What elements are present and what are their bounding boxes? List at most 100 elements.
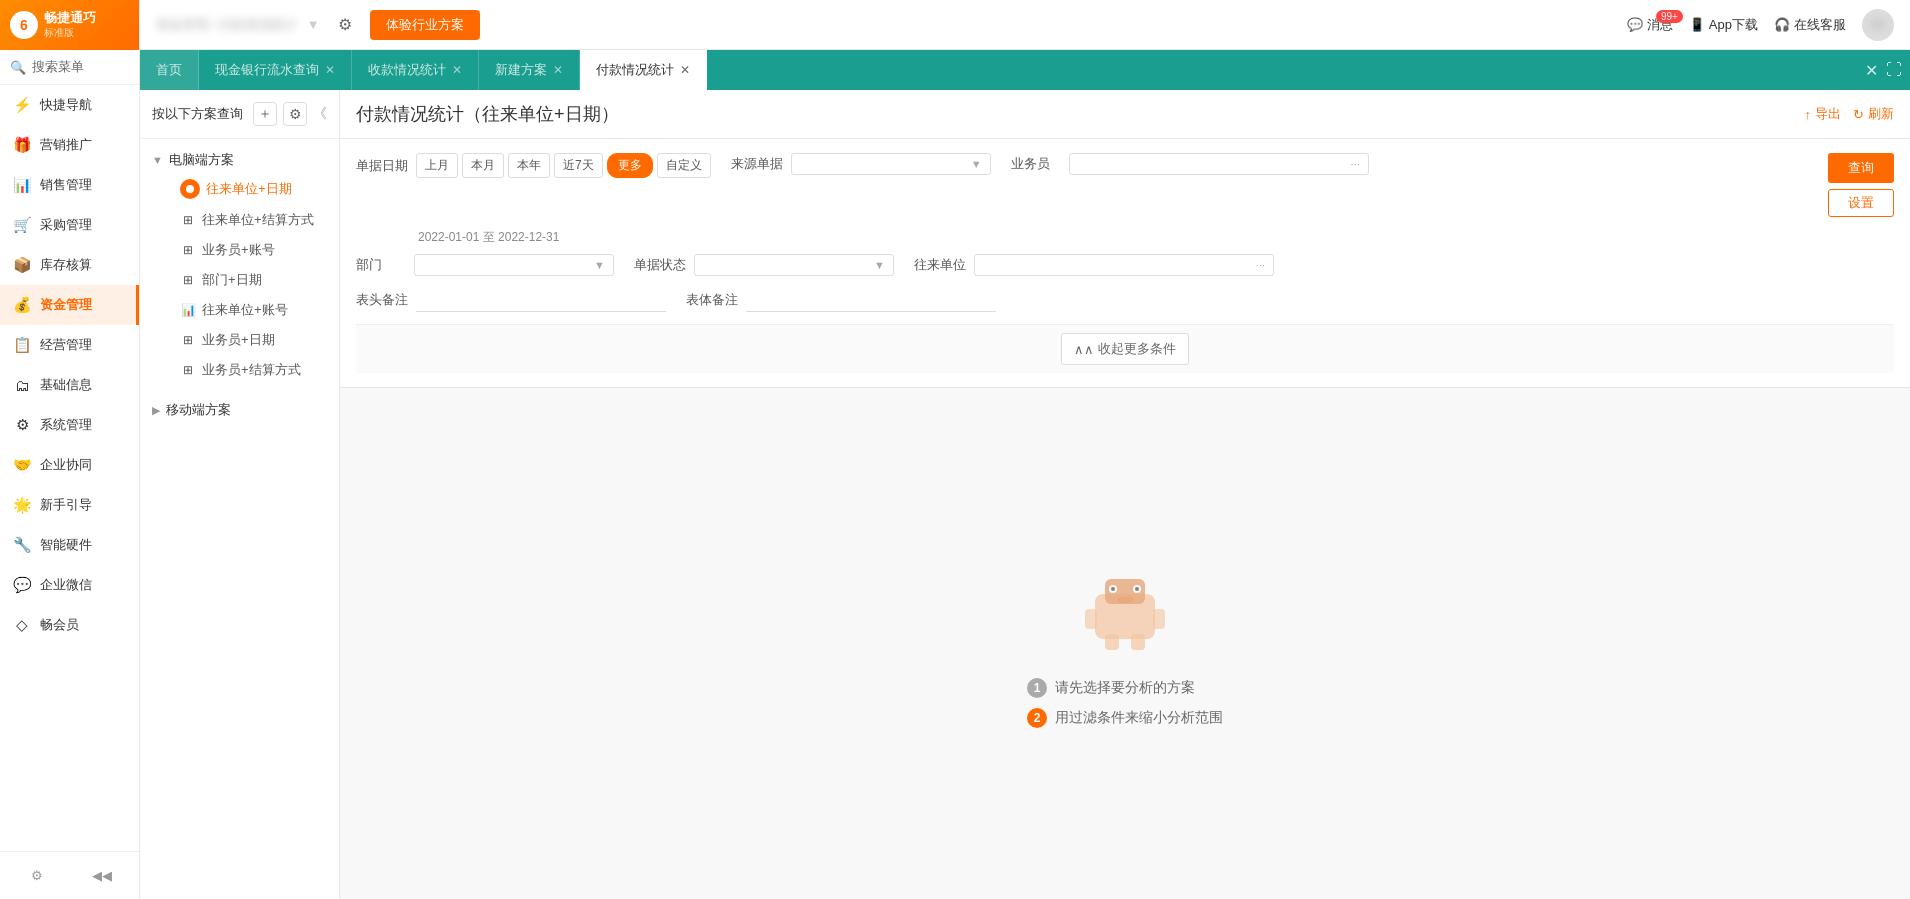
dept-select[interactable]: ▼ bbox=[414, 254, 614, 276]
tab-close-cash-bank[interactable]: ✕ bbox=[325, 63, 335, 77]
date-range-display: 2022-01-01 至 2022-12-31 bbox=[356, 229, 1894, 254]
user-avatar[interactable]: Rit bbox=[1862, 9, 1894, 41]
guide-icon: 🌟 bbox=[12, 495, 32, 515]
scheme-item-agent-date[interactable]: ⊞ 业务员+日期 bbox=[152, 325, 327, 355]
export-icon: ↑ bbox=[1805, 107, 1812, 122]
agent-dots: ··· bbox=[1351, 158, 1360, 170]
tab-bar: 首页 现金银行流水查询 ✕ 收款情况统计 ✕ 新建方案 ✕ 付款情况统计 ✕ ✕… bbox=[140, 50, 1910, 90]
tab-collection[interactable]: 收款情况统计 ✕ bbox=[352, 50, 479, 90]
sidebar-settings-btn[interactable]: ⚙ bbox=[10, 862, 65, 889]
close-all-tabs-btn[interactable]: ✕ bbox=[1865, 61, 1878, 80]
desktop-schemes-group: ▼ 电脑端方案 往来单位+日期 ⊞ 往来单位+结算方式 ⊞ 业务员+账号 bbox=[140, 139, 339, 389]
sidebar-item-sales[interactable]: 📊 销售管理 bbox=[0, 165, 139, 205]
filter-row-2: 部门 ▼ 单据状态 ▼ 往来单位 bbox=[356, 254, 1894, 276]
tab-cash-bank[interactable]: 现金银行流水查询 ✕ bbox=[199, 50, 352, 90]
filter-settings-btn[interactable]: 设置 bbox=[1828, 189, 1894, 217]
scheme-item-counterpart-date[interactable]: 往来单位+日期 bbox=[152, 173, 327, 205]
tab-home[interactable]: 首页 bbox=[140, 50, 199, 90]
notification-btn[interactable]: 💬 消息 99+ bbox=[1627, 16, 1673, 34]
purchase-icon: 🛒 bbox=[12, 215, 32, 235]
sidebar-item-member[interactable]: ◇ 畅会员 bbox=[0, 605, 139, 645]
date-btn-more[interactable]: 更多 bbox=[607, 153, 653, 178]
refresh-icon: ↻ bbox=[1853, 107, 1864, 122]
tab-close-collection[interactable]: ✕ bbox=[452, 63, 462, 77]
expand-tab-btn[interactable]: ⛶ bbox=[1886, 61, 1902, 79]
table-icon-4: ⊞ bbox=[180, 332, 196, 348]
scheme-item-counterpart-settlement[interactable]: ⊞ 往来单位+结算方式 bbox=[152, 205, 327, 235]
sidebar-item-system[interactable]: ⚙ 系统管理 bbox=[0, 405, 139, 445]
scheme-item-agent-account[interactable]: ⊞ 业务员+账号 bbox=[152, 235, 327, 265]
sidebar-item-basic-info[interactable]: 🗂 基础信息 bbox=[0, 365, 139, 405]
app-download-btn[interactable]: 📱 App下载 bbox=[1689, 16, 1758, 34]
scheme-item-counterpart-account[interactable]: 📊 往来单位+账号 bbox=[152, 295, 327, 325]
tab-payment[interactable]: 付款情况统计 ✕ bbox=[580, 50, 707, 90]
mobile-schemes-group: ▶ 移动端方案 bbox=[140, 389, 339, 427]
tab-new-scheme[interactable]: 新建方案 ✕ bbox=[479, 50, 580, 90]
mobile-arrow-icon: ▶ bbox=[152, 404, 160, 417]
body-note-input[interactable] bbox=[746, 288, 996, 312]
bill-status-select[interactable]: ▼ bbox=[694, 254, 894, 276]
source-select[interactable]: ▼ bbox=[791, 153, 991, 175]
scheme-settings-btn[interactable]: ⚙ bbox=[283, 102, 307, 126]
panel-collapse-btn[interactable]: 《 bbox=[313, 105, 327, 123]
try-industry-btn[interactable]: 体验行业方案 bbox=[370, 10, 480, 40]
collapse-conditions-row: ∧∧ 收起更多条件 bbox=[356, 324, 1894, 373]
online-service-btn[interactable]: 🎧 在线客服 bbox=[1774, 16, 1846, 34]
message-icon: 💬 bbox=[1627, 17, 1643, 32]
export-btn[interactable]: ↑ 导出 bbox=[1805, 105, 1842, 123]
collapse-up-icon: ∧∧ bbox=[1074, 342, 1094, 357]
sidebar: 6 畅捷通巧 标准版 🔍 搜索菜单 ⚡ 快捷导航 🎁 营销推广 📊 销售管理 🛒… bbox=[0, 0, 140, 899]
logo-icon: 6 bbox=[10, 11, 38, 39]
svg-rect-6 bbox=[1117, 597, 1133, 603]
agent-select[interactable]: ··· bbox=[1069, 153, 1369, 175]
source-chevron-icon: ▼ bbox=[971, 158, 982, 170]
search-icon: 🔍 bbox=[10, 60, 26, 75]
sidebar-item-marketing[interactable]: 🎁 营销推广 bbox=[0, 125, 139, 165]
sidebar-item-enterprise[interactable]: 🤝 企业协同 bbox=[0, 445, 139, 485]
add-scheme-btn[interactable]: ＋ bbox=[253, 102, 277, 126]
system-icon: ⚙ bbox=[12, 415, 32, 435]
filter-actions-col: 查询 设置 bbox=[1828, 153, 1894, 217]
svg-rect-9 bbox=[1105, 634, 1119, 650]
collapse-conditions-btn[interactable]: ∧∧ 收起更多条件 bbox=[1061, 333, 1189, 365]
sidebar-item-purchase[interactable]: 🛒 采购管理 bbox=[0, 205, 139, 245]
sidebar-item-operations[interactable]: 📋 经营管理 bbox=[0, 325, 139, 365]
body-note-filter: 表体备注 bbox=[686, 288, 996, 312]
date-btn-7days[interactable]: 近7天 bbox=[554, 153, 603, 178]
capital-icon: 💰 bbox=[12, 295, 32, 315]
sidebar-item-quick-nav[interactable]: ⚡ 快捷导航 bbox=[0, 85, 139, 125]
sidebar-collapse-btn[interactable]: ◀◀ bbox=[75, 862, 130, 889]
search-menu[interactable]: 🔍 搜索菜单 bbox=[0, 50, 139, 85]
scheme-panel-header: 按以下方案查询 ＋ ⚙ 《 bbox=[140, 90, 339, 139]
sidebar-item-wechat[interactable]: 💬 企业微信 bbox=[0, 565, 139, 605]
counterpart-select[interactable]: ··· bbox=[974, 254, 1274, 276]
refresh-btn[interactable]: ↻ 刷新 bbox=[1853, 105, 1894, 123]
date-btn-this-month[interactable]: 本月 bbox=[462, 153, 504, 178]
page-title: 付款情况统计（往来单位+日期） bbox=[356, 102, 1805, 126]
filter-row-1: 单据日期 上月 本月 本年 近7天 更多 自定义 来源单据 bbox=[356, 153, 1894, 217]
sidebar-item-capital[interactable]: 💰 资金管理 bbox=[0, 285, 139, 325]
scheme-item-dept-date[interactable]: ⊞ 部门+日期 bbox=[152, 265, 327, 295]
sidebar-item-hardware[interactable]: 🔧 智能硬件 bbox=[0, 525, 139, 565]
hardware-icon: 🔧 bbox=[12, 535, 32, 555]
sidebar-item-inventory[interactable]: 📦 库存核算 bbox=[0, 245, 139, 285]
scheme-panel-actions: ＋ ⚙ 《 bbox=[253, 102, 327, 126]
tab-close-payment[interactable]: ✕ bbox=[680, 63, 690, 77]
empty-state-tips: 1 请先选择要分析的方案 2 用过滤条件来缩小分析范围 bbox=[1027, 678, 1223, 728]
mobile-schemes-title[interactable]: ▶ 移动端方案 bbox=[152, 397, 327, 423]
table-icon-5: ⊞ bbox=[180, 362, 196, 378]
quick-nav-icon: ⚡ bbox=[12, 95, 32, 115]
head-note-input[interactable] bbox=[416, 288, 666, 312]
member-icon: ◇ bbox=[12, 615, 32, 635]
query-btn[interactable]: 查询 bbox=[1828, 153, 1894, 183]
settings-gear-btn[interactable]: ⚙ bbox=[330, 10, 360, 40]
enterprise-icon: 🤝 bbox=[12, 455, 32, 475]
scheme-item-agent-settlement[interactable]: ⊞ 业务员+结算方式 bbox=[152, 355, 327, 385]
tab-close-new-scheme[interactable]: ✕ bbox=[553, 63, 563, 77]
date-btn-custom[interactable]: 自定义 bbox=[657, 153, 711, 178]
tip-num-1: 1 bbox=[1027, 678, 1047, 698]
date-btn-last-month[interactable]: 上月 bbox=[416, 153, 458, 178]
sidebar-item-guide[interactable]: 🌟 新手引导 bbox=[0, 485, 139, 525]
desktop-schemes-title[interactable]: ▼ 电脑端方案 bbox=[152, 147, 327, 173]
date-btn-this-year[interactable]: 本年 bbox=[508, 153, 550, 178]
